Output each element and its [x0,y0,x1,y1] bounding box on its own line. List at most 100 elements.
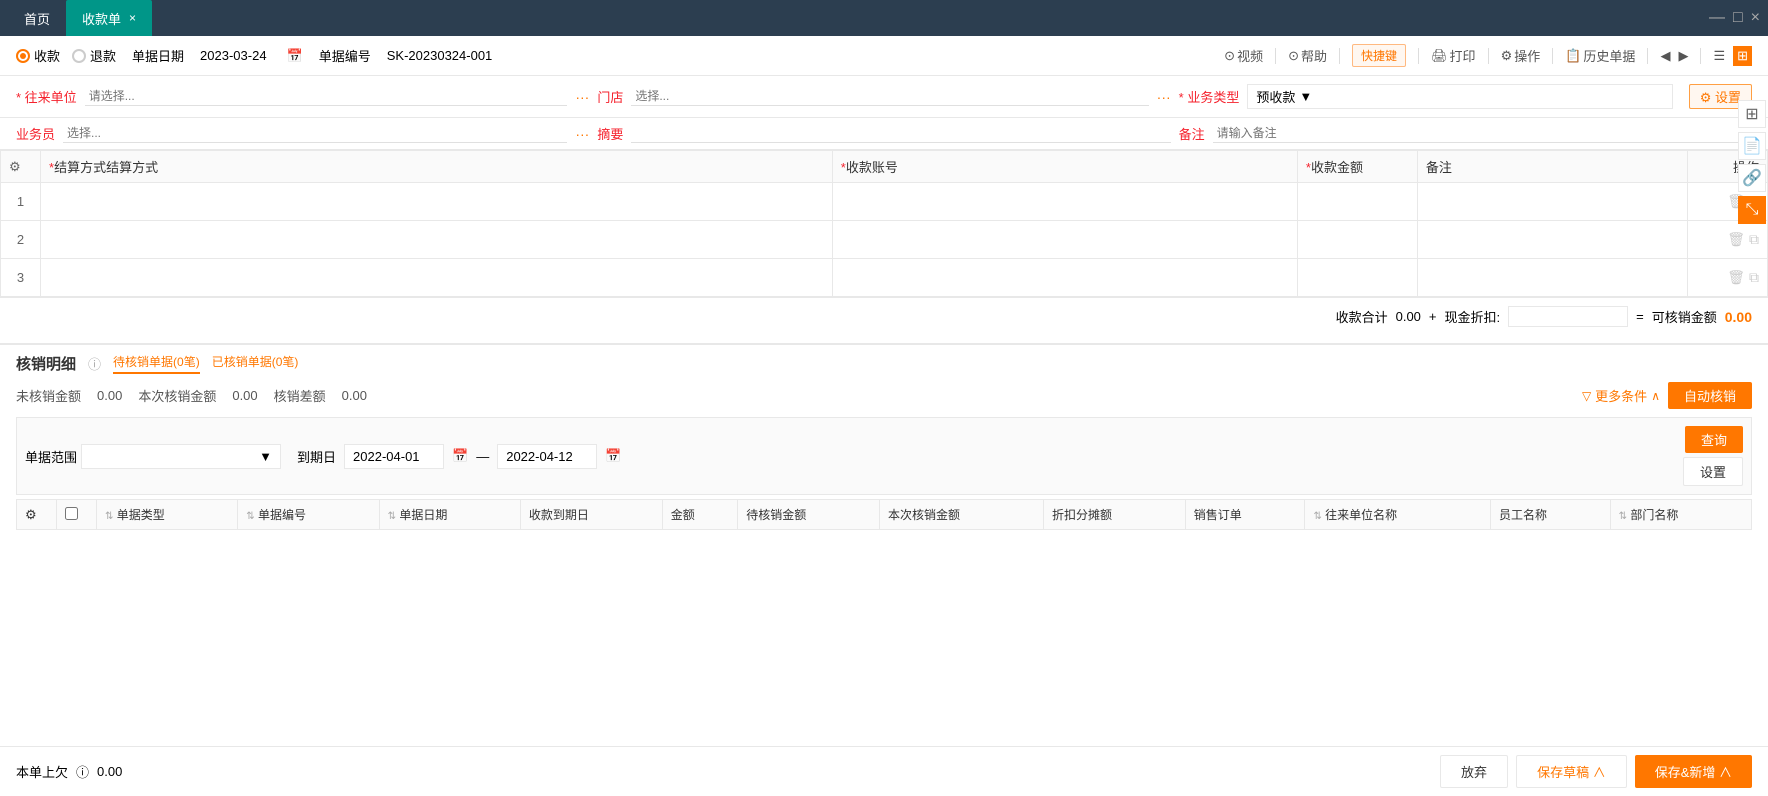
row-1-settlement[interactable] [41,183,833,221]
table-row: 3 🗑 ⧉ [1,259,1768,297]
range-select[interactable]: ▼ [81,444,281,469]
date-from-input[interactable] [344,444,444,469]
query-btn[interactable]: 查询 [1685,426,1743,453]
row-num-1: 1 [1,183,41,221]
save-draft-btn[interactable]: 保存草稿 ∧ [1516,755,1627,788]
nav-prev-icon[interactable]: ◀ [1660,48,1670,64]
salesperson-label: 业务员 [16,124,55,143]
main-content: 收款 退款 单据日期 2023-03-24 📅 单据编号 SK-20230324… [0,36,1768,796]
hexiao-tab-pending[interactable]: 待核销单据(0笔) [113,353,200,374]
row-3-amount[interactable] [1297,259,1417,297]
hexiao-table: ⚙ ⇅ 单据类型 ⇅ 单据编号 ⇅ 单据日期 收款到期日 金额 待核销金额 本次… [16,499,1752,530]
refund-label: 退款 [90,46,116,65]
date-value: 2023-03-24 [200,48,267,63]
minimize-icon[interactable]: — [1709,9,1725,27]
partner-label: 往来单位 [16,87,77,106]
partner-input[interactable] [85,87,568,106]
store-more-icon[interactable]: ··· [1157,89,1171,105]
col-checkbox [57,500,97,530]
col-pending-amount: 待核销金额 [738,500,880,530]
table-settings-icon[interactable]: ⚙ [9,159,21,174]
row-1-account[interactable] [832,183,1297,221]
row-2-amount[interactable] [1297,221,1417,259]
row-num-2: 2 [1,221,41,259]
operation-btn[interactable]: ⚙ 操作 [1501,46,1541,65]
current-page-icon[interactable]: ⓘ [76,762,89,781]
select-all-checkbox[interactable] [65,507,78,520]
available-label: 可核销金额 [1652,307,1717,326]
store-label: 门店 [597,87,623,106]
row-1-amount[interactable] [1297,183,1417,221]
sidebar-doc-icon[interactable]: 📄 [1738,132,1766,160]
receipt-radio[interactable]: 收款 [16,46,60,65]
date-range-field: 到期日 📅 — 📅 [297,444,621,469]
sidebar-link-icon[interactable]: 🔗 [1738,164,1766,192]
nav-tab-receipt[interactable]: 收款单 × [66,0,152,36]
unverified-value: 0.00 [97,388,122,403]
remark-input[interactable] [1213,124,1752,143]
sidebar-expand-icon[interactable]: ⤡ [1738,196,1766,224]
hexiao-tab-done[interactable]: 已核销单据(0笔) [212,353,299,374]
hexiao-title: 核销明细 [16,353,76,374]
row-1-remark[interactable] [1417,183,1687,221]
row-2-remark[interactable] [1417,221,1687,259]
col-settings-icon[interactable]: ⚙ [25,507,37,522]
range-field: 单据范围 ▼ [25,444,281,469]
store-input[interactable] [631,87,1148,106]
summary-input[interactable] [631,124,1170,143]
top-nav: 首页 收款单 × — □ × [0,0,1768,36]
help-btn[interactable]: ⊙ 帮助 [1288,46,1327,65]
business-type-field: 业务类型 预收款 ▼ ⚙ 设置 [1179,84,1752,109]
print-btn[interactable]: 🖨 打印 [1431,46,1476,65]
row-3-account[interactable] [832,259,1297,297]
partner-more-icon[interactable]: ··· [575,89,589,105]
shortcut-btn[interactable]: 快捷键 [1352,44,1406,67]
partner-field: 往来单位 ··· [16,84,589,109]
nav-tab-close[interactable]: × [129,11,136,25]
sidebar-table-icon[interactable]: ⊞ [1738,100,1766,128]
calendar-from-icon[interactable]: 📅 [452,448,468,464]
nav-home[interactable]: 首页 [8,0,66,36]
row-3-remark[interactable] [1417,259,1687,297]
table-row: 2 🗑 ⧉ [1,221,1768,259]
salesperson-input[interactable] [63,124,567,143]
number-value: SK-20230324-001 [387,48,493,63]
plus-label: + [1429,309,1437,324]
window-close-icon[interactable]: × [1751,9,1760,27]
receipt-radio-dot [16,49,30,63]
col-due-date: 收款到期日 [520,500,662,530]
remark-col-header: 备注 [1417,151,1687,183]
hexiao-info-icon[interactable]: ⓘ [88,354,101,373]
hexiao-stats: 未核销金额 0.00 本次核销金额 0.00 核销差额 0.00 ▽ 更多条件 … [16,382,1752,409]
list-view-icon[interactable]: ☰ [1713,48,1725,64]
date-calendar-icon[interactable]: 📅 [287,48,303,64]
col-doc-date: ⇅ 单据日期 [379,500,520,530]
unverified-label: 未核销金额 [16,386,81,405]
history-btn[interactable]: 📋 历史单据 [1565,46,1635,65]
subtotal-value: 0.00 [1396,309,1421,324]
hexiao-settings-btn[interactable]: 设置 [1683,457,1743,486]
maximize-icon[interactable]: □ [1733,9,1743,27]
bottom-left: 本单上欠 ⓘ 0.00 [16,762,122,781]
salesperson-more-icon[interactable]: ··· [575,126,589,142]
refund-radio-dot [72,49,86,63]
calendar-to-icon[interactable]: 📅 [605,448,621,464]
refund-radio[interactable]: 退款 [72,46,116,65]
nav-window-controls: — □ × [1709,9,1760,27]
discount-input[interactable] [1508,306,1628,327]
row-2-account[interactable] [832,221,1297,259]
card-view-icon[interactable]: ⊞ [1733,46,1752,66]
row-2-settlement[interactable] [41,221,833,259]
business-type-select[interactable]: 预收款 ▼ [1247,84,1672,109]
more-conditions-btn[interactable]: ▽ 更多条件 ∧ [1582,386,1660,405]
abandon-btn[interactable]: 放弃 [1440,755,1508,788]
date-to-input[interactable] [497,444,597,469]
nav-next-icon[interactable]: ▶ [1678,48,1688,64]
amount-col-header: *收款金额 [1297,151,1417,183]
account-col-header: *收款账号 [832,151,1297,183]
subtotal-label: 收款合计 [1336,307,1388,326]
save-new-btn[interactable]: 保存&新增 ∧ [1635,755,1752,788]
row-3-settlement[interactable] [41,259,833,297]
video-btn[interactable]: ⊙ 视频 [1224,46,1263,65]
header-actions: ⊙ 视频 ⊙ 帮助 快捷键 🖨 打印 ⚙ 操作 📋 历史单据 ◀ ▶ ☰ ⊞ [1224,44,1752,67]
